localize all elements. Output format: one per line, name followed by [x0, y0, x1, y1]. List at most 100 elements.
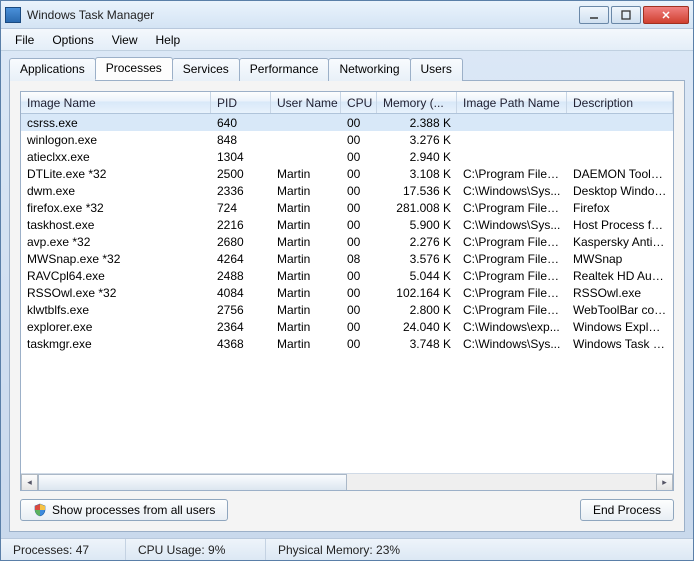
cell-cpu: 00: [341, 116, 377, 130]
list-body[interactable]: csrss.exe640002.388 Kwinlogon.exe848003.…: [21, 114, 673, 473]
col-cpu[interactable]: CPU: [341, 92, 377, 113]
tab-networking[interactable]: Networking: [328, 58, 410, 81]
col-image-path[interactable]: Image Path Name: [457, 92, 567, 113]
cell-description: WebToolBar compone: [567, 303, 673, 317]
col-description[interactable]: Description: [567, 92, 673, 113]
cell-description: Realtek HD Audio Man: [567, 269, 673, 283]
cell-user-name: Martin: [271, 269, 341, 283]
cell-image-path: C:\Windows\exp...: [457, 320, 567, 334]
cell-user-name: Martin: [271, 184, 341, 198]
cell-cpu: 00: [341, 150, 377, 164]
cell-memory: 281.008 K: [377, 201, 457, 215]
cell-image-name: atieclxx.exe: [21, 150, 211, 164]
cell-pid: 640: [211, 116, 271, 130]
cell-user-name: Martin: [271, 286, 341, 300]
cell-user-name: Martin: [271, 252, 341, 266]
statusbar: Processes: 47 CPU Usage: 9% Physical Mem…: [1, 538, 693, 560]
scroll-left-button[interactable]: ◂: [21, 474, 38, 491]
cell-pid: 848: [211, 133, 271, 147]
col-image-name[interactable]: Image Name: [21, 92, 211, 113]
cell-user-name: Martin: [271, 303, 341, 317]
col-memory[interactable]: Memory (...: [377, 92, 457, 113]
content-frame: Image Name PID User Name CPU Memory (...…: [9, 80, 685, 532]
table-row[interactable]: csrss.exe640002.388 K: [21, 114, 673, 131]
table-row[interactable]: explorer.exe2364Martin0024.040 KC:\Windo…: [21, 318, 673, 335]
cell-description: DAEMON Tools Lite: [567, 167, 673, 181]
cell-image-name: avp.exe *32: [21, 235, 211, 249]
table-row[interactable]: atieclxx.exe1304002.940 K: [21, 148, 673, 165]
tab-performance[interactable]: Performance: [239, 58, 330, 81]
cell-cpu: 00: [341, 286, 377, 300]
cell-image-name: firefox.exe *32: [21, 201, 211, 215]
table-row[interactable]: dwm.exe2336Martin0017.536 KC:\Windows\Sy…: [21, 182, 673, 199]
cell-memory: 3.276 K: [377, 133, 457, 147]
cell-image-path: C:\Program Files...: [457, 269, 567, 283]
table-row[interactable]: MWSnap.exe *324264Martin083.576 KC:\Prog…: [21, 250, 673, 267]
table-row[interactable]: winlogon.exe848003.276 K: [21, 131, 673, 148]
cell-memory: 2.276 K: [377, 235, 457, 249]
col-user-name[interactable]: User Name: [271, 92, 341, 113]
bottom-button-bar: Show processes from all users End Proces…: [20, 499, 674, 521]
cell-memory: 3.748 K: [377, 337, 457, 351]
cell-cpu: 00: [341, 337, 377, 351]
cell-cpu: 00: [341, 167, 377, 181]
task-manager-window: Windows Task Manager File Options View H…: [0, 0, 694, 561]
cell-image-path: C:\Program Files...: [457, 235, 567, 249]
cell-user-name: Martin: [271, 320, 341, 334]
cell-user-name: Martin: [271, 218, 341, 232]
cell-image-name: klwtblfs.exe: [21, 303, 211, 317]
menu-options[interactable]: Options: [44, 31, 101, 49]
tab-services[interactable]: Services: [172, 58, 240, 81]
cell-pid: 2336: [211, 184, 271, 198]
cell-image-path: C:\Program Files...: [457, 167, 567, 181]
show-all-users-label: Show processes from all users: [52, 503, 215, 517]
table-row[interactable]: taskmgr.exe4368Martin003.748 KC:\Windows…: [21, 335, 673, 352]
process-list: Image Name PID User Name CPU Memory (...…: [20, 91, 674, 491]
menu-help[interactable]: Help: [148, 31, 189, 49]
show-all-users-button[interactable]: Show processes from all users: [20, 499, 228, 521]
cell-memory: 102.164 K: [377, 286, 457, 300]
titlebar[interactable]: Windows Task Manager: [1, 1, 693, 29]
cell-description: Kaspersky Anti-Virus: [567, 235, 673, 249]
cell-pid: 2364: [211, 320, 271, 334]
horizontal-scrollbar[interactable]: ◂ ▸: [21, 473, 673, 490]
cell-image-name: explorer.exe: [21, 320, 211, 334]
cell-memory: 5.044 K: [377, 269, 457, 283]
table-row[interactable]: RSSOwl.exe *324084Martin00102.164 KC:\Pr…: [21, 284, 673, 301]
tab-applications[interactable]: Applications: [9, 58, 96, 81]
cell-memory: 2.800 K: [377, 303, 457, 317]
col-pid[interactable]: PID: [211, 92, 271, 113]
menu-view[interactable]: View: [104, 31, 146, 49]
table-row[interactable]: avp.exe *322680Martin002.276 KC:\Program…: [21, 233, 673, 250]
cell-user-name: Martin: [271, 337, 341, 351]
cell-cpu: 00: [341, 269, 377, 283]
close-button[interactable]: [643, 6, 689, 24]
cell-image-name: RAVCpl64.exe: [21, 269, 211, 283]
app-icon: [5, 7, 21, 23]
status-processes: Processes: 47: [1, 539, 126, 560]
menu-file[interactable]: File: [7, 31, 42, 49]
table-row[interactable]: taskhost.exe2216Martin005.900 KC:\Window…: [21, 216, 673, 233]
table-row[interactable]: DTLite.exe *322500Martin003.108 KC:\Prog…: [21, 165, 673, 182]
cell-pid: 2756: [211, 303, 271, 317]
cell-pid: 4368: [211, 337, 271, 351]
tab-processes[interactable]: Processes: [95, 57, 173, 80]
table-row[interactable]: firefox.exe *32724Martin00281.008 KC:\Pr…: [21, 199, 673, 216]
cell-image-path: C:\Program Files...: [457, 252, 567, 266]
column-headers: Image Name PID User Name CPU Memory (...…: [21, 92, 673, 114]
minimize-button[interactable]: [579, 6, 609, 24]
scroll-thumb[interactable]: [38, 474, 347, 491]
scroll-track[interactable]: [38, 474, 656, 491]
tab-users[interactable]: Users: [410, 58, 463, 81]
table-row[interactable]: klwtblfs.exe2756Martin002.800 KC:\Progra…: [21, 301, 673, 318]
cell-description: Host Process for Wind: [567, 218, 673, 232]
table-row[interactable]: RAVCpl64.exe2488Martin005.044 KC:\Progra…: [21, 267, 673, 284]
cell-image-path: C:\Program Files...: [457, 201, 567, 215]
scroll-right-button[interactable]: ▸: [656, 474, 673, 491]
cell-image-name: taskhost.exe: [21, 218, 211, 232]
cell-description: Desktop Window Man...: [567, 184, 673, 198]
maximize-button[interactable]: [611, 6, 641, 24]
end-process-button[interactable]: End Process: [580, 499, 674, 521]
cell-image-path: C:\Windows\Sys...: [457, 337, 567, 351]
cell-description: RSSOwl.exe: [567, 286, 673, 300]
